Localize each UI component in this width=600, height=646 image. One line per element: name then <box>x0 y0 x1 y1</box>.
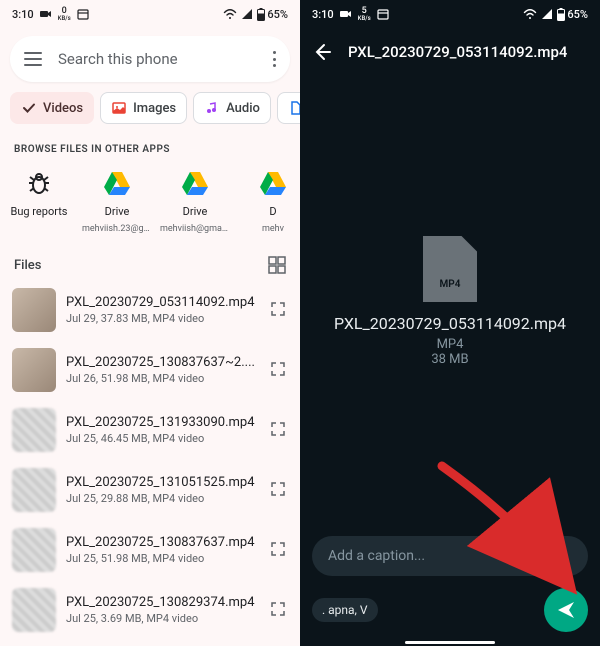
file-row[interactable]: PXL_20230715_020315057.mp4 Jul 15, 13.76… <box>0 640 300 646</box>
file-name: PXL_20230725_130837637~2.... <box>66 355 260 370</box>
file-preview: MP4 PXL_20230729_053114092.mp4 MP4 38 MB <box>300 76 600 526</box>
chip-videos[interactable]: Videos <box>10 92 94 124</box>
status-time: 3:10 <box>312 8 334 21</box>
file-meta: Jul 25, 3.69 MB, MP4 video <box>66 612 260 625</box>
file-row[interactable]: PXL_20230725_130837637.mp4 Jul 25, 51.98… <box>0 520 300 580</box>
file-row[interactable]: PXL_20230725_130837637~2.... Jul 26, 51.… <box>0 340 300 400</box>
browse-header: BROWSE FILES IN OTHER APPS <box>0 134 300 163</box>
kbps-indicator: 5KB/s <box>358 7 371 22</box>
status-time: 3:10 <box>12 8 34 21</box>
audio-icon <box>204 100 220 116</box>
status-bar: 3:10 5KB/s 65% <box>300 0 600 28</box>
file-meta: Jul 25, 29.88 MB, MP4 video <box>66 492 260 505</box>
battery-icon <box>557 8 565 21</box>
more-icon[interactable] <box>272 51 276 67</box>
battery-icon <box>257 8 265 21</box>
preview-title: PXL_20230729_053114092.mp4 <box>348 43 567 61</box>
file-thumbnail <box>12 468 56 512</box>
chip-documents[interactable]: Do <box>277 92 300 124</box>
file-picker-screen: 3:10 0KB/s 65% Search this phone Videos <box>0 0 300 646</box>
file-name: PXL_20230725_131051525.mp4 <box>66 475 260 490</box>
record-icon <box>340 10 352 18</box>
expand-icon[interactable] <box>270 361 288 379</box>
bug-icon <box>23 167 55 199</box>
send-button[interactable] <box>544 588 588 632</box>
chip-audio[interactable]: Audio <box>193 92 271 124</box>
file-thumbnail <box>12 348 56 392</box>
battery-percent: 65% <box>567 8 588 21</box>
expand-icon[interactable] <box>270 541 288 559</box>
file-name: PXL_20230729_053114092.mp4 <box>66 295 260 310</box>
app-drive-2[interactable]: Drive mehviish@gmail.c... <box>156 167 234 234</box>
kbps-indicator: 0KB/s <box>58 7 71 22</box>
file-thumbnail <box>12 408 56 452</box>
file-name: PXL_20230725_131933090.mp4 <box>66 415 260 430</box>
file-thumbnail <box>12 588 56 632</box>
file-name: PXL_20230725_130829374.mp4 <box>66 595 260 610</box>
back-button[interactable] <box>312 42 332 62</box>
app-list: Bug reports Drive mehviish.23@gma... Dri… <box>0 163 300 246</box>
preview-header: PXL_20230729_053114092.mp4 <box>300 28 600 76</box>
file-name: PXL_20230729_053114092.mp4 <box>334 314 566 333</box>
drive-icon <box>257 167 289 199</box>
whatsapp-send-screen: 3:10 5KB/s 65% PXL_20230729_053114092.mp… <box>300 0 600 646</box>
file-meta: Jul 29, 37.83 MB, MP4 video <box>66 312 260 325</box>
chip-images[interactable]: Images <box>100 92 187 124</box>
send-row: . apna, V <box>300 582 600 646</box>
drive-icon <box>179 167 211 199</box>
file-row[interactable]: PXL_20230725_131933090.mp4 Jul 25, 46.45… <box>0 400 300 460</box>
file-name: PXL_20230725_130837637.mp4 <box>66 535 260 550</box>
file-row[interactable]: PXL_20230725_130829374.mp4 Jul 25, 3.69 … <box>0 580 300 640</box>
expand-icon[interactable] <box>270 601 288 619</box>
check-icon <box>21 100 37 116</box>
file-row[interactable]: PXL_20230729_053114092.mp4 Jul 29, 37.83… <box>0 280 300 340</box>
caption-bar: Add a caption... <box>300 526 600 582</box>
record-icon <box>40 10 52 18</box>
app-drive-3[interactable]: D mehv <box>234 167 300 234</box>
file-type: MP4 <box>437 337 464 352</box>
file-icon: MP4 <box>423 236 477 302</box>
file-meta: Jul 26, 51.98 MB, MP4 video <box>66 372 260 385</box>
signal-icon <box>541 8 553 20</box>
wifi-icon <box>223 8 237 20</box>
send-icon <box>555 599 577 621</box>
filter-chips: Videos Images Audio Do <box>0 90 300 134</box>
file-meta: Jul 25, 51.98 MB, MP4 video <box>66 552 260 565</box>
signal-icon <box>241 8 253 20</box>
wifi-icon <box>523 8 537 20</box>
app-bug-reports[interactable]: Bug reports <box>0 167 78 234</box>
hamburger-icon[interactable] <box>24 52 42 66</box>
file-row[interactable]: PXL_20230725_131051525.mp4 Jul 25, 29.88… <box>0 460 300 520</box>
file-thumbnail <box>12 528 56 572</box>
file-size: 38 MB <box>431 352 468 367</box>
calendar-icon <box>77 8 89 20</box>
expand-icon[interactable] <box>270 421 288 439</box>
calendar-icon <box>377 8 389 20</box>
nav-bar[interactable] <box>405 641 495 644</box>
status-bar: 3:10 0KB/s 65% <box>0 0 300 28</box>
drive-icon <box>101 167 133 199</box>
image-icon <box>111 100 127 116</box>
file-thumbnail <box>12 288 56 332</box>
search-placeholder: Search this phone <box>58 50 272 68</box>
recipient-chip[interactable]: . apna, V <box>312 598 378 622</box>
app-drive-1[interactable]: Drive mehviish.23@gma... <box>78 167 156 234</box>
caption-input[interactable]: Add a caption... <box>312 536 588 576</box>
grid-view-icon[interactable] <box>268 256 286 274</box>
search-bar[interactable]: Search this phone <box>10 36 290 82</box>
file-list: PXL_20230729_053114092.mp4 Jul 29, 37.83… <box>0 280 300 646</box>
files-header: Files <box>0 246 300 280</box>
doc-icon <box>288 100 300 116</box>
battery-percent: 65% <box>267 8 288 21</box>
expand-icon[interactable] <box>270 481 288 499</box>
expand-icon[interactable] <box>270 301 288 319</box>
file-meta: Jul 25, 46.45 MB, MP4 video <box>66 432 260 445</box>
